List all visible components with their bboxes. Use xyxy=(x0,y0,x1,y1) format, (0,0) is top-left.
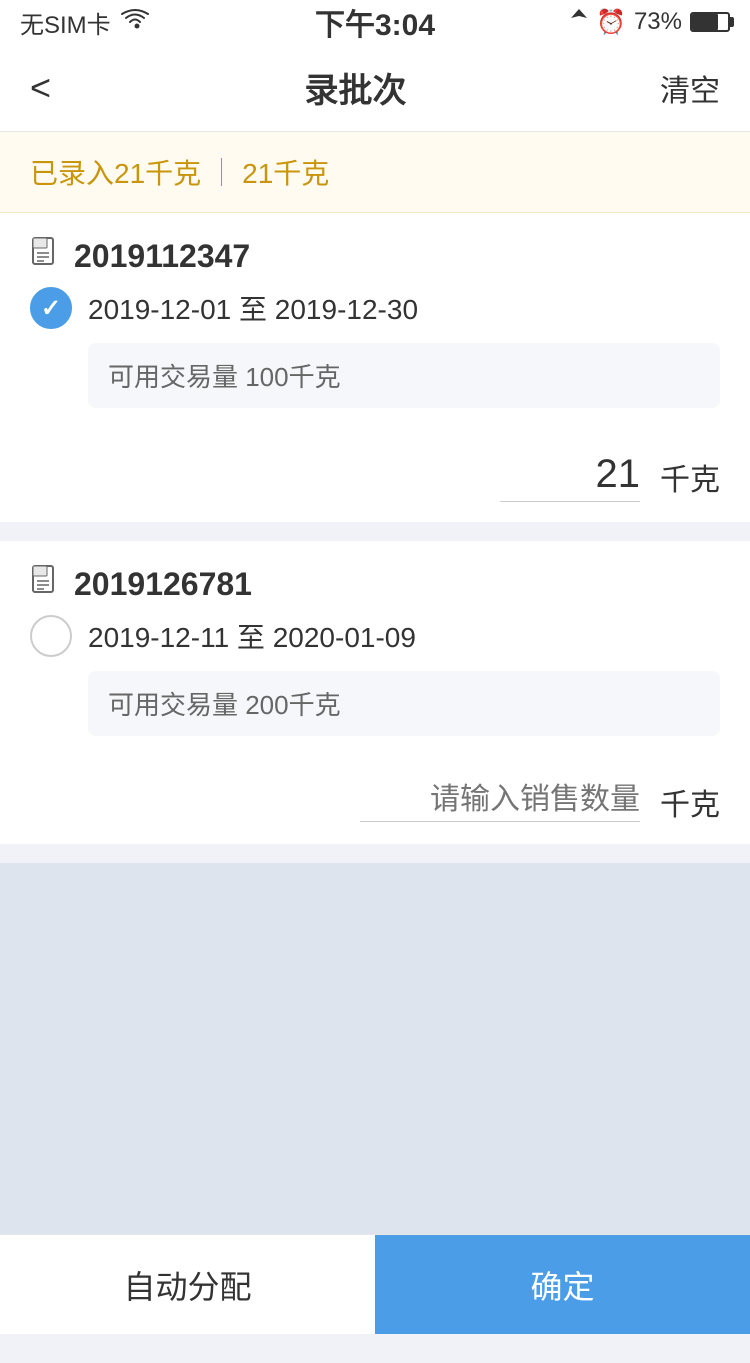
alarm-icon: ⏰ xyxy=(596,8,626,37)
status-right: ⏰ 73% xyxy=(570,8,730,37)
summary-banner: 已录入21千克 21千克 xyxy=(0,132,750,213)
section-separator-2 xyxy=(0,847,750,863)
batch-date-row-1[interactable]: 2019-12-01 至 2019-12-30 xyxy=(30,287,720,329)
status-time: 下午3:04 xyxy=(315,0,435,44)
bottom-bar: 自动分配 确定 xyxy=(0,1234,750,1334)
batch-date-row-2[interactable]: 2019-12-11 至 2020-01-09 xyxy=(30,615,720,657)
batch-volume-row-2: 可用交易量 200千克 xyxy=(88,671,720,736)
batch-volume-box-2: 可用交易量 200千克 xyxy=(88,671,720,736)
batch-header-2: 2019126781 xyxy=(30,565,720,603)
nav-bar: < 录批次 清空 xyxy=(0,44,750,132)
batch-doc-icon-1 xyxy=(30,237,60,275)
quantity-row-2: 千克 xyxy=(0,760,750,845)
batch-volume-box-1: 可用交易量 100千克 xyxy=(88,343,720,408)
quantity-underline-1 xyxy=(500,452,640,502)
batch-header-1: 2019112347 xyxy=(30,237,720,275)
batch-date-2: 2019-12-11 至 2020-01-09 xyxy=(88,616,416,656)
batch-card-2: 2019126781 2019-12-11 至 2020-01-09 可用交易量… xyxy=(0,541,750,845)
auto-distribute-button[interactable]: 自动分配 xyxy=(0,1235,375,1334)
wifi-icon xyxy=(121,8,149,37)
page-title: 录批次 xyxy=(305,63,407,112)
batch-card-inner-1: 2019112347 2019-12-01 至 2019-12-30 可用交易量… xyxy=(0,213,750,432)
clear-button[interactable]: 清空 xyxy=(660,66,720,110)
batch-card-inner-2: 2019126781 2019-12-11 至 2020-01-09 可用交易量… xyxy=(0,541,750,760)
batch-volume-row-1: 可用交易量 100千克 xyxy=(88,343,720,408)
quantity-row-1: 千克 xyxy=(0,432,750,523)
location-icon xyxy=(570,8,588,37)
carrier-text: 无SIM卡 xyxy=(20,5,111,40)
quantity-underline-2 xyxy=(360,783,640,822)
back-button[interactable]: < xyxy=(30,67,51,109)
empty-area xyxy=(0,863,750,1263)
content-area: 2019112347 2019-12-01 至 2019-12-30 可用交易量… xyxy=(0,213,750,1363)
section-separator-1 xyxy=(0,525,750,541)
recorded-label: 已录入21千克 xyxy=(30,152,201,192)
status-bar: 无SIM卡 下午3:04 ⏰ 73% xyxy=(0,0,750,44)
quantity-input-1[interactable] xyxy=(500,452,640,497)
batch-id-2: 2019126781 xyxy=(74,566,252,603)
status-left: 无SIM卡 xyxy=(20,5,149,40)
summary-value: 21千克 xyxy=(242,152,329,192)
batch-doc-icon-2 xyxy=(30,565,60,603)
quantity-unit-2: 千克 xyxy=(660,780,720,824)
battery-icon xyxy=(690,12,730,32)
summary-divider xyxy=(221,158,222,186)
batch-id-1: 2019112347 xyxy=(74,238,250,275)
quantity-unit-1: 千克 xyxy=(660,455,720,499)
radio-1[interactable] xyxy=(30,287,72,329)
confirm-button[interactable]: 确定 xyxy=(375,1235,750,1334)
radio-2[interactable] xyxy=(30,615,72,657)
battery-percent: 73% xyxy=(634,8,682,36)
batch-date-1: 2019-12-01 至 2019-12-30 xyxy=(88,288,418,328)
quantity-input-2[interactable] xyxy=(360,783,640,817)
batch-card-1: 2019112347 2019-12-01 至 2019-12-30 可用交易量… xyxy=(0,213,750,523)
